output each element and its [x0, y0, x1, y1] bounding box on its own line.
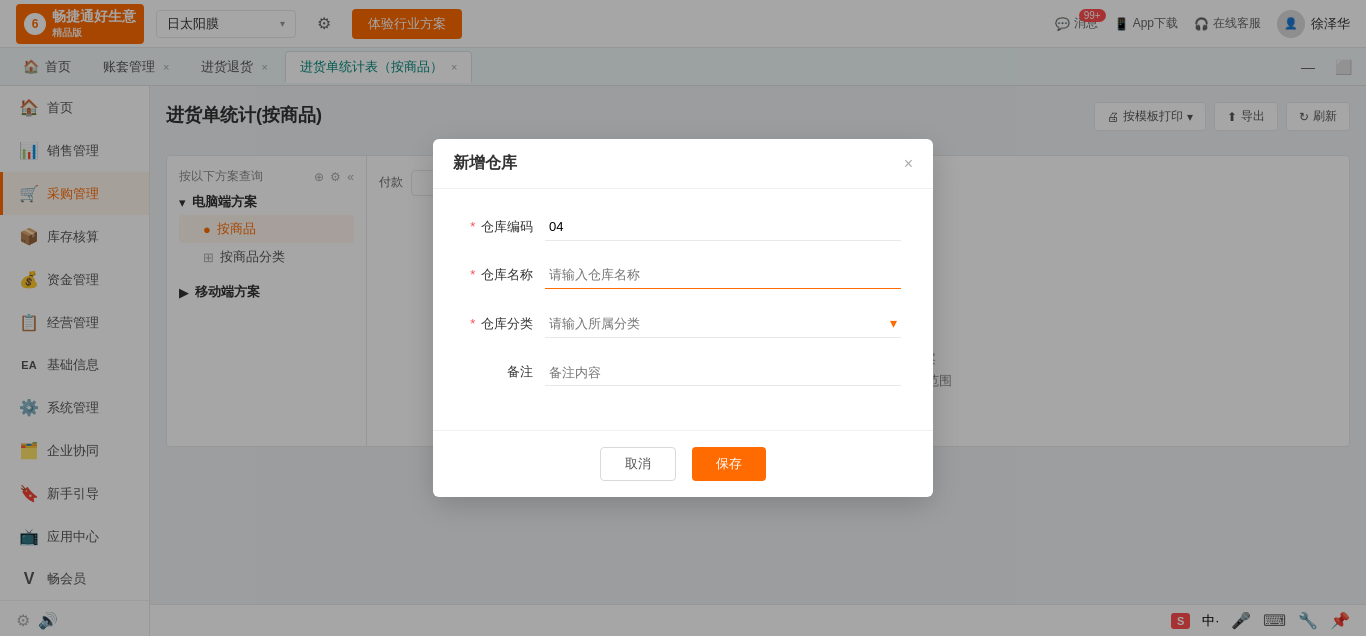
save-button[interactable]: 保存: [692, 447, 766, 481]
required-star: *: [470, 219, 475, 234]
form-row-code: * 仓库编码: [465, 213, 901, 241]
code-label: * 仓库编码: [465, 218, 545, 236]
required-star: *: [470, 316, 475, 331]
note-label: 备注: [465, 363, 545, 381]
add-warehouse-modal: 新增仓库 × * 仓库编码 * 仓库名称: [433, 139, 933, 497]
name-label: * 仓库名称: [465, 266, 545, 284]
form-row-name: * 仓库名称: [465, 261, 901, 289]
chevron-down-icon: ▾: [890, 315, 897, 331]
modal-close-button[interactable]: ×: [904, 155, 913, 173]
note-input[interactable]: [545, 358, 901, 386]
category-input[interactable]: [549, 316, 890, 331]
modal-footer: 取消 保存: [433, 430, 933, 497]
category-label: * 仓库分类: [465, 315, 545, 333]
modal-title: 新增仓库: [453, 153, 517, 174]
form-row-note: 备注: [465, 358, 901, 386]
modal-body: * 仓库编码 * 仓库名称 * 仓库分类: [433, 189, 933, 430]
code-input[interactable]: [545, 213, 901, 241]
cancel-button[interactable]: 取消: [600, 447, 676, 481]
modal-header: 新增仓库 ×: [433, 139, 933, 189]
modal-overlay[interactable]: 新增仓库 × * 仓库编码 * 仓库名称: [0, 0, 1366, 636]
form-row-category: * 仓库分类 ▾: [465, 309, 901, 338]
category-select-wrap[interactable]: ▾: [545, 309, 901, 338]
required-star: *: [470, 267, 475, 282]
name-input[interactable]: [545, 261, 901, 289]
